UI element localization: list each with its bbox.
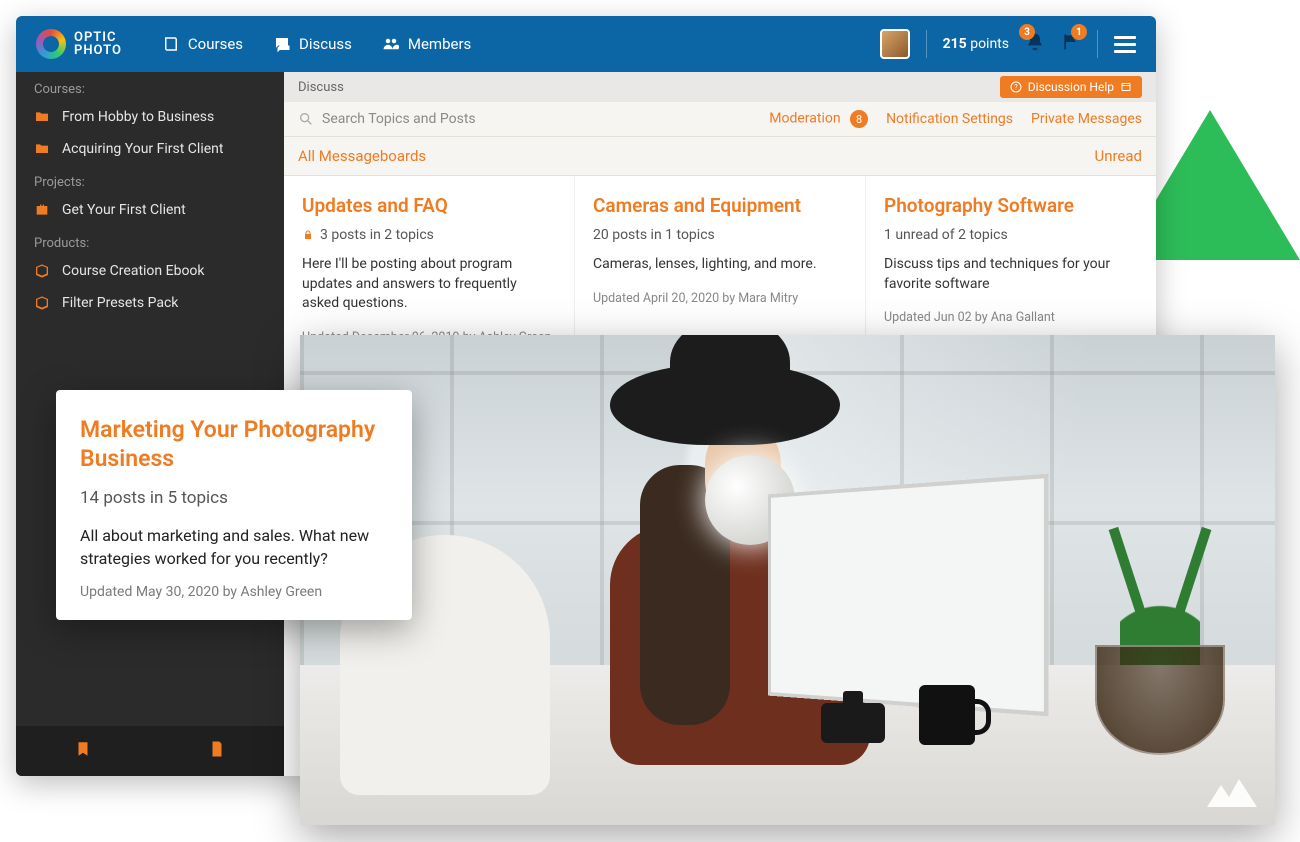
- notification-settings-link[interactable]: Notification Settings: [886, 111, 1013, 127]
- window-icon: [1120, 81, 1132, 93]
- search-placeholder: Search Topics and Posts: [322, 111, 476, 127]
- document-icon: [208, 740, 226, 758]
- nav-discuss-label: Discuss: [299, 35, 352, 53]
- board-title: Updates and FAQ: [302, 194, 556, 217]
- board-card-meta: 14 posts in 5 topics: [80, 488, 388, 508]
- nav-members[interactable]: Members: [382, 35, 471, 53]
- watermark-icon: [1207, 777, 1257, 811]
- board-desc: Cameras, lenses, lighting, and more.: [593, 255, 847, 275]
- chat-icon: [273, 35, 291, 53]
- members-icon: [382, 35, 400, 53]
- board-cameras-equipment[interactable]: Cameras and Equipment 20 posts in 1 topi…: [575, 176, 866, 353]
- brand-text: OPTIC PHOTO: [74, 31, 122, 57]
- panel-title: Discuss: [298, 80, 344, 95]
- boards-row: Updates and FAQ 3 posts in 2 topics Here…: [284, 176, 1156, 353]
- svg-text:?: ?: [1014, 84, 1018, 92]
- board-updated: Updated April 20, 2020 by Mara Mitry: [593, 291, 847, 306]
- header-separator-2: [1097, 30, 1098, 58]
- sidebar-bottom: [16, 726, 284, 776]
- private-messages-link[interactable]: Private Messages: [1031, 111, 1142, 127]
- brand-line2: PHOTO: [74, 44, 122, 57]
- messages-button[interactable]: 1: [1061, 32, 1081, 56]
- menu-button[interactable]: [1114, 36, 1136, 53]
- folder-icon: [34, 141, 50, 157]
- help-icon: ?: [1010, 81, 1022, 93]
- photo-plant: [1075, 525, 1245, 755]
- main-nav: Courses Discuss Members: [162, 35, 471, 53]
- points-label: points: [970, 36, 1009, 52]
- logo-swirl-icon: [36, 29, 66, 59]
- nav-discuss[interactable]: Discuss: [273, 35, 352, 53]
- user-avatar[interactable]: [880, 29, 910, 59]
- hero-photo: [300, 335, 1275, 825]
- sidebar-item-course2[interactable]: Acquiring Your First Client: [16, 133, 284, 165]
- sidebar-item-product2[interactable]: Filter Presets Pack: [16, 287, 284, 319]
- header-right: 215 points 3 1: [880, 29, 1136, 59]
- photo-monitor: [768, 474, 1049, 717]
- board-card-updated: Updated May 30, 2020 by Ashley Green: [80, 584, 388, 600]
- board-title: Cameras and Equipment: [593, 194, 847, 217]
- all-messageboards-link[interactable]: All Messageboards: [298, 147, 426, 165]
- bookmark-button[interactable]: [74, 740, 92, 762]
- board-updated: Updated Jun 02 by Ana Gallant: [884, 310, 1138, 325]
- photo-mug: [919, 685, 975, 745]
- sidebar-item-product1[interactable]: Course Creation Ebook: [16, 255, 284, 287]
- nav-courses-label: Courses: [188, 35, 243, 53]
- photo-camera: [821, 703, 885, 743]
- document-button[interactable]: [208, 740, 226, 762]
- board-meta: 20 posts in 1 topics: [593, 227, 715, 243]
- discuss-toolbar: Search Topics and Posts Moderation 8 Not…: [284, 102, 1156, 137]
- folder-icon: [34, 109, 50, 125]
- sidebar-section-courses: Courses:: [16, 72, 284, 101]
- search-input[interactable]: Search Topics and Posts: [298, 111, 476, 127]
- board-title: Photography Software: [884, 194, 1138, 217]
- sidebar-section-projects: Projects:: [16, 165, 284, 194]
- board-photography-software[interactable]: Photography Software 1 unread of 2 topic…: [866, 176, 1156, 353]
- help-label: Discussion Help: [1028, 80, 1114, 94]
- sidebar-item-course1[interactable]: From Hobby to Business: [16, 101, 284, 133]
- board-desc: Here I'll be posting about program updat…: [302, 255, 556, 314]
- board-meta: 3 posts in 2 topics: [320, 227, 434, 243]
- unread-link[interactable]: Unread: [1094, 147, 1142, 165]
- board-card-desc: All about marketing and sales. What new …: [80, 524, 388, 570]
- sidebar-item-label: Filter Presets Pack: [62, 295, 178, 311]
- sidebar-item-project1[interactable]: Get Your First Client: [16, 194, 284, 226]
- board-updates-faq[interactable]: Updates and FAQ 3 posts in 2 topics Here…: [284, 176, 575, 353]
- sidebar-section-products: Products:: [16, 226, 284, 255]
- moderation-count: 8: [850, 110, 868, 128]
- moderation-link[interactable]: Moderation 8: [769, 110, 868, 128]
- notifications-badge: 3: [1019, 24, 1035, 40]
- board-card-title: Marketing Your Photography Business: [80, 416, 388, 474]
- box-icon: [34, 263, 50, 279]
- box-icon: [34, 295, 50, 311]
- lock-icon: [302, 229, 314, 241]
- book-icon: [162, 35, 180, 53]
- messages-badge: 1: [1071, 24, 1087, 40]
- header-bar: OPTIC PHOTO Courses Discuss Members 215: [16, 16, 1156, 72]
- sidebar-item-label: From Hobby to Business: [62, 109, 214, 125]
- points-value: 215: [943, 36, 967, 52]
- header-separator: [926, 30, 927, 58]
- brand-logo[interactable]: OPTIC PHOTO: [36, 29, 122, 59]
- bookmark-icon: [74, 740, 92, 758]
- board-card-marketing[interactable]: Marketing Your Photography Business 14 p…: [56, 390, 412, 620]
- notifications-button[interactable]: 3: [1025, 32, 1045, 56]
- search-icon: [298, 111, 314, 127]
- briefcase-icon: [34, 202, 50, 218]
- panel-title-bar: Discuss ? Discussion Help: [284, 72, 1156, 102]
- nav-members-label: Members: [408, 35, 471, 53]
- boards-header: All Messageboards Unread: [284, 137, 1156, 176]
- sidebar-item-label: Get Your First Client: [62, 202, 186, 218]
- sidebar-item-label: Course Creation Ebook: [62, 263, 205, 279]
- board-desc: Discuss tips and techniques for your fav…: [884, 255, 1138, 294]
- sidebar-item-label: Acquiring Your First Client: [62, 141, 223, 157]
- user-points[interactable]: 215 points: [943, 36, 1009, 52]
- board-meta: 1 unread of 2 topics: [884, 227, 1008, 243]
- moderation-label: Moderation: [769, 111, 840, 127]
- nav-courses[interactable]: Courses: [162, 35, 243, 53]
- discussion-help-button[interactable]: ? Discussion Help: [1000, 76, 1142, 98]
